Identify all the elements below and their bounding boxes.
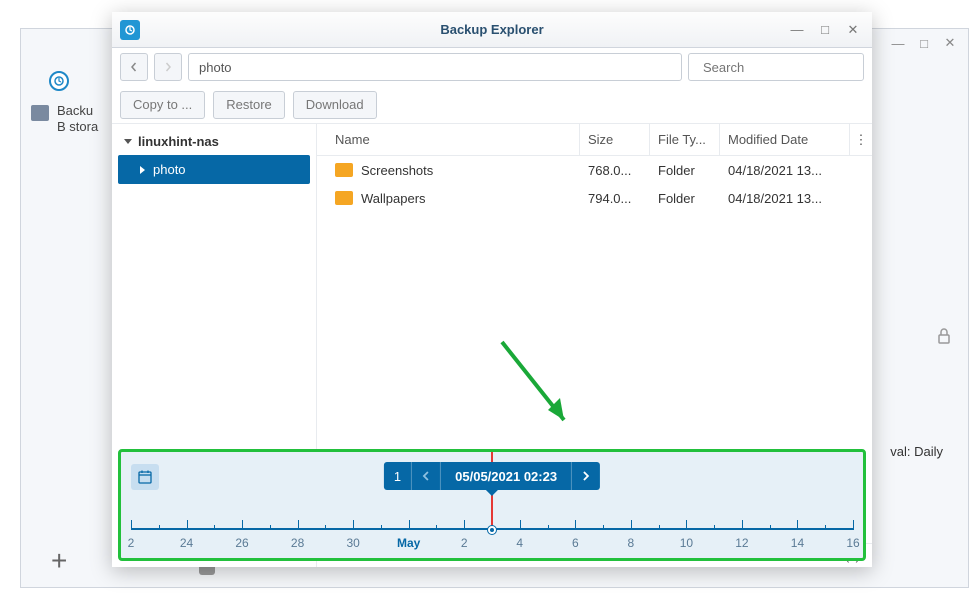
backup-explorer-window: Backup Explorer — □ ✕ photo Copy to ... … [112, 12, 872, 567]
download-button[interactable]: Download [293, 91, 377, 119]
next-snapshot-button[interactable] [572, 462, 600, 490]
breadcrumb[interactable]: photo [188, 53, 682, 81]
lock-icon[interactable] [935, 327, 953, 348]
timeline-label: 30 [346, 536, 359, 550]
restore-button[interactable]: Restore [213, 91, 285, 119]
date-selector: 1 05/05/2021 02:23 [384, 462, 600, 490]
timeline-label: 2 [461, 536, 468, 550]
th-name[interactable]: Name [327, 124, 580, 155]
file-name: Wallpapers [361, 191, 426, 206]
file-size: 768.0... [580, 163, 650, 178]
timeline-label: 12 [735, 536, 748, 550]
bg-close-icon[interactable]: ✕ [942, 35, 958, 51]
minimize-button[interactable]: — [784, 18, 810, 42]
tree-root[interactable]: linuxhint-nas [118, 130, 310, 153]
timeline-label: 10 [680, 536, 693, 550]
forward-button[interactable] [154, 53, 182, 81]
bg-maximize-icon[interactable]: □ [916, 35, 932, 51]
table-header: Name Size File Ty... Modified Date ⋮ [317, 124, 872, 156]
timeline-label: 16 [846, 536, 859, 550]
timeline-labels: 224262830May246810121416 [131, 536, 853, 552]
folder-icon [335, 191, 353, 205]
table-row[interactable]: Screenshots 768.0...Folder04/18/2021 13..… [317, 156, 872, 184]
search-input[interactable] [703, 60, 879, 75]
file-name: Screenshots [361, 163, 433, 178]
timeline-label: 26 [235, 536, 248, 550]
table-row[interactable]: Wallpapers 794.0...Folder04/18/2021 13... [317, 184, 872, 212]
chevron-down-icon [124, 139, 132, 144]
file-type: Folder [650, 163, 720, 178]
maximize-button[interactable]: □ [812, 18, 838, 42]
column-menu-button[interactable]: ⋮ [850, 124, 872, 155]
timeline-label: 14 [791, 536, 804, 550]
timeline-label: 8 [628, 536, 635, 550]
back-button[interactable] [120, 53, 148, 81]
snapshot-date[interactable]: 05/05/2021 02:23 [441, 462, 572, 490]
backup-app-icon [49, 71, 69, 91]
timeline-label: 28 [291, 536, 304, 550]
calendar-button[interactable] [131, 464, 159, 490]
timeline-label: 4 [516, 536, 523, 550]
th-size[interactable]: Size [580, 124, 650, 155]
titlebar: Backup Explorer — □ ✕ [112, 12, 872, 48]
tree-item-photo[interactable]: photo [118, 155, 310, 184]
snapshot-marker[interactable] [488, 526, 496, 534]
snapshot-count: 1 [384, 462, 412, 490]
breadcrumb-text: photo [199, 60, 232, 75]
folder-icon [335, 163, 353, 177]
th-modified[interactable]: Modified Date [720, 124, 850, 155]
file-type: Folder [650, 191, 720, 206]
bg-sidebar-line1: Backu [57, 103, 98, 119]
app-icon [120, 20, 140, 40]
window-title: Backup Explorer [440, 22, 543, 37]
th-type[interactable]: File Ty... [650, 124, 720, 155]
timeline-label: 24 [180, 536, 193, 550]
search-box[interactable] [688, 53, 864, 81]
file-modified: 04/18/2021 13... [720, 191, 872, 206]
timeline-label: 2 [128, 536, 135, 550]
tree-root-label: linuxhint-nas [138, 134, 219, 149]
tree-child-label: photo [153, 162, 186, 177]
file-modified: 04/18/2021 13... [720, 163, 872, 178]
timeline-panel: 1 05/05/2021 02:23 224262830May246810121… [118, 449, 866, 561]
timeline-label: 6 [572, 536, 579, 550]
file-size: 794.0... [580, 191, 650, 206]
storage-icon [31, 105, 49, 121]
bg-schedule-label: val: Daily [890, 444, 943, 459]
prev-snapshot-button[interactable] [412, 462, 441, 490]
bg-minimize-icon[interactable]: — [890, 35, 906, 51]
timeline-label: May [397, 536, 420, 550]
close-button[interactable]: ✕ [840, 18, 866, 42]
bg-sidebar-line2: B stora [57, 119, 98, 135]
add-button[interactable]: + [51, 545, 67, 577]
chevron-right-icon [140, 166, 145, 174]
copy-to-button[interactable]: Copy to ... [120, 91, 205, 119]
